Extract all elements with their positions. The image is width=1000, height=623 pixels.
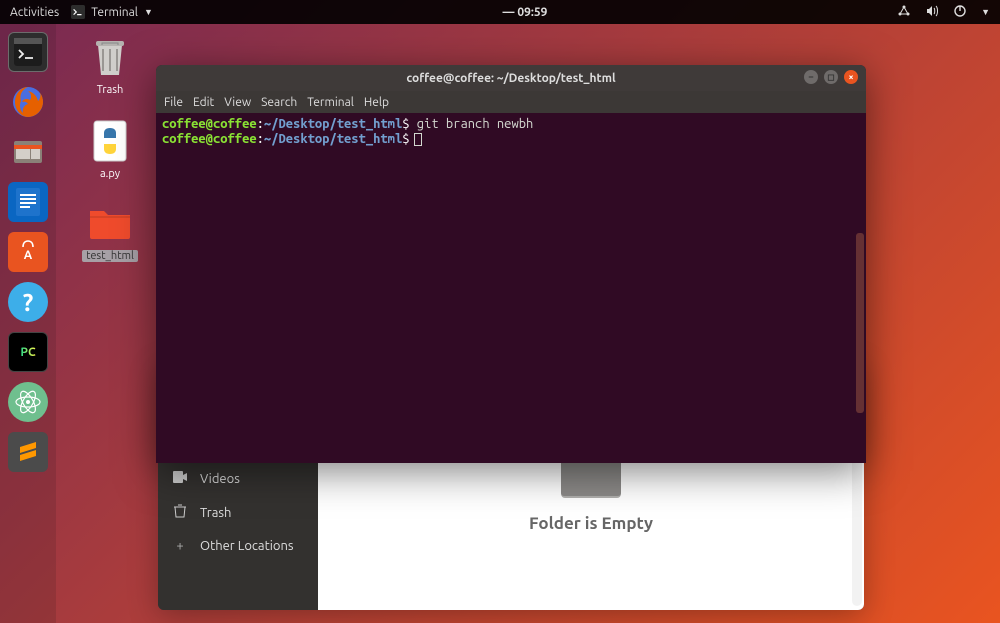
dock-firefox[interactable]	[8, 82, 48, 122]
dock-sublime[interactable]	[8, 432, 48, 472]
dock-pycharm[interactable]: PC	[8, 332, 48, 372]
window-close-button[interactable]: ×	[844, 70, 858, 84]
terminal-menubar: File Edit View Search Terminal Help	[156, 91, 866, 113]
scrollbar-thumb[interactable]	[856, 233, 864, 413]
dock-atom[interactable]	[8, 382, 48, 422]
terminal-window[interactable]: coffee@coffee: ~/Desktop/test_html – ◻ ×…	[156, 65, 866, 463]
desktop-file-label: a.py	[80, 168, 140, 180]
app-menu[interactable]: Terminal ▼	[71, 5, 153, 19]
trash-icon	[87, 34, 133, 80]
terminal-body[interactable]: coffee@coffee:~/Desktop/test_html$ git b…	[156, 113, 866, 463]
sidebar-item-videos[interactable]: Videos	[158, 462, 318, 495]
terminal-cursor	[414, 133, 422, 146]
menu-edit[interactable]: Edit	[193, 96, 214, 109]
empty-folder-text: Folder is Empty	[529, 514, 653, 533]
desktop-folder-testhtml[interactable]: test_html	[80, 200, 140, 262]
activities-button[interactable]: Activities	[10, 6, 59, 19]
desktop-folder-label: test_html	[82, 250, 138, 262]
menu-help[interactable]: Help	[364, 96, 389, 109]
menu-file[interactable]: File	[164, 96, 183, 109]
menu-terminal[interactable]: Terminal	[307, 96, 354, 109]
terminal-line: coffee@coffee:~/Desktop/test_html$ git b…	[162, 117, 860, 132]
terminal-titlebar[interactable]: coffee@coffee: ~/Desktop/test_html – ◻ ×	[156, 65, 866, 91]
folder-icon	[87, 200, 133, 246]
launcher-dock: A ? PC	[0, 24, 56, 623]
menu-search[interactable]: Search	[261, 96, 297, 109]
document-icon	[12, 186, 44, 218]
menu-view[interactable]: View	[224, 96, 251, 109]
shopping-bag-icon: A	[13, 237, 43, 267]
sidebar-label: Videos	[200, 472, 240, 486]
sidebar-label: Other Locations	[200, 539, 294, 553]
sublime-icon	[13, 437, 43, 467]
dock-terminal[interactable]	[8, 32, 48, 72]
network-icon[interactable]	[897, 4, 911, 21]
atom-icon	[13, 387, 43, 417]
app-menu-label: Terminal	[91, 6, 138, 19]
dock-writer[interactable]	[8, 182, 48, 222]
desktop-file-apy[interactable]: a.py	[80, 118, 140, 180]
terminal-icon	[71, 5, 85, 19]
desktop-trash-label: Trash	[80, 84, 140, 96]
chevron-down-icon[interactable]: ▼	[981, 7, 990, 17]
terminal-line: coffee@coffee:~/Desktop/test_html$	[162, 132, 860, 147]
firefox-icon	[11, 85, 45, 119]
python-file-icon	[87, 118, 133, 164]
chevron-down-icon: ▼	[144, 7, 153, 17]
window-maximize-button[interactable]: ◻	[824, 70, 838, 84]
terminal-icon	[14, 38, 42, 66]
sidebar-label: Trash	[200, 506, 231, 520]
top-panel: Activities Terminal ▼ — 09:59 ▼	[0, 0, 1000, 24]
sidebar-item-other[interactable]: + Other Locations	[158, 530, 318, 562]
sidebar-item-trash[interactable]: Trash	[158, 495, 318, 530]
volume-icon[interactable]	[925, 4, 939, 21]
video-icon	[172, 471, 188, 486]
pycharm-icon: PC	[20, 346, 35, 359]
files-icon	[11, 135, 45, 169]
trash-icon	[172, 504, 188, 521]
question-icon: ?	[23, 289, 34, 316]
desktop-trash[interactable]: Trash	[80, 34, 140, 96]
window-minimize-button[interactable]: –	[804, 70, 818, 84]
clock[interactable]: — 09:59	[503, 6, 548, 19]
power-icon[interactable]	[953, 4, 967, 21]
dock-software[interactable]: A	[8, 232, 48, 272]
plus-icon: +	[172, 539, 188, 553]
terminal-title: coffee@coffee: ~/Desktop/test_html	[406, 72, 615, 85]
dock-help[interactable]: ?	[8, 282, 48, 322]
svg-text:A: A	[24, 249, 33, 262]
dock-files[interactable]	[8, 132, 48, 172]
